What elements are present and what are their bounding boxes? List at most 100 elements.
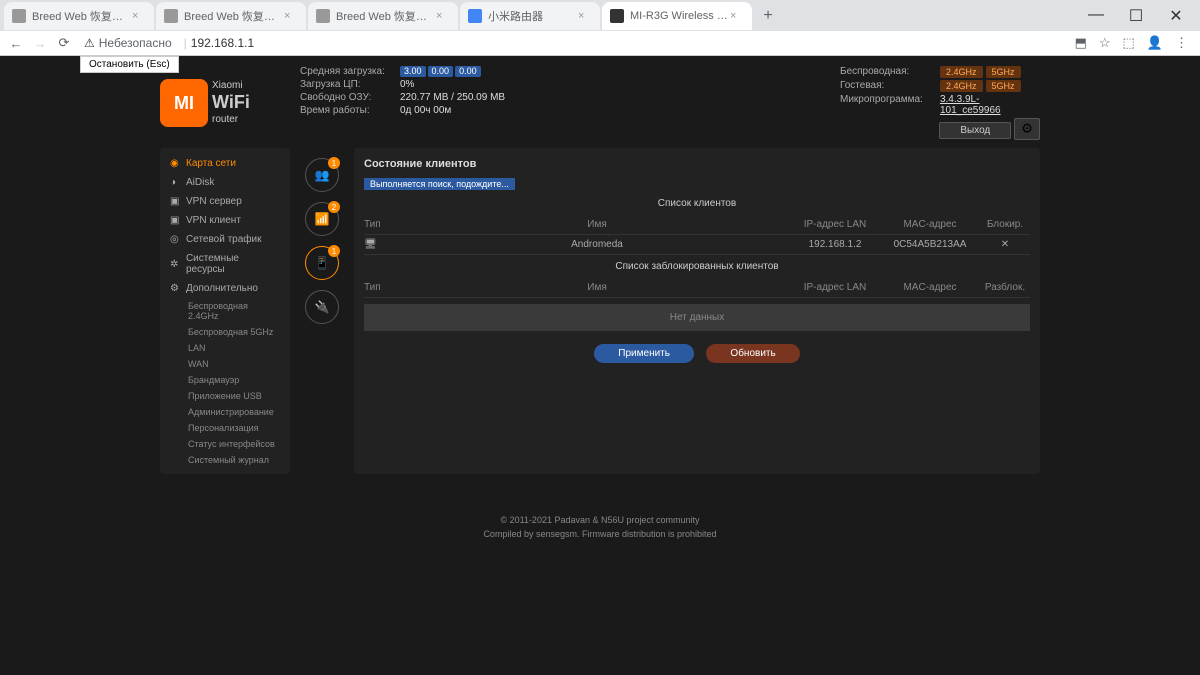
- settings-icon[interactable]: ⚙: [1014, 118, 1040, 140]
- devices-icon[interactable]: 📱1: [305, 246, 339, 280]
- close-button[interactable]: ✕: [1156, 6, 1196, 26]
- close-icon[interactable]: ×: [284, 10, 298, 22]
- blocked-subtitle: Список заблокированных клиентов: [364, 261, 1030, 272]
- col-mac: MAC-адрес: [880, 282, 980, 293]
- tab-xiaomi[interactable]: 小米路由器×: [460, 2, 600, 30]
- tab-title: MI-R3G Wireless Router: [630, 10, 730, 22]
- stat-label: Средняя загрузка:: [300, 66, 400, 77]
- icon-strip: 👥1 📶2 📱1 🔌: [302, 148, 342, 474]
- firmware-link[interactable]: 3.4.3.9L-101_ce59966: [940, 94, 1040, 116]
- searching-msg: Выполняется поиск, подождите...: [364, 178, 515, 190]
- sidebar-item-aidisk[interactable]: ◑AiDisk: [160, 173, 290, 192]
- url-text: 192.168.1.1: [191, 36, 254, 50]
- client-ip: 192.168.1.2: [790, 239, 880, 250]
- block-button[interactable]: ✕: [980, 239, 1030, 250]
- new-tab-button[interactable]: +: [754, 7, 782, 25]
- url-field[interactable]: ⚠ Небезопасно | 192.168.1.1: [76, 36, 1067, 50]
- col-block: Блокир.: [980, 219, 1030, 230]
- extension-icon[interactable]: ⬚: [1123, 35, 1135, 51]
- footer: © 2011-2021 Padavan & N56U project commu…: [160, 514, 1040, 541]
- close-icon[interactable]: ×: [578, 10, 592, 22]
- clients-subtitle: Список клиентов: [364, 198, 1030, 209]
- mi-logo-icon: MI: [160, 79, 208, 127]
- logo-brand: Xiaomi: [212, 80, 250, 92]
- logo: MI Xiaomi WiFi router: [160, 66, 290, 140]
- sub-lan[interactable]: LAN: [160, 340, 290, 356]
- clients-icon[interactable]: 👥1: [305, 158, 339, 192]
- sub-syslog[interactable]: Системный журнал: [160, 452, 290, 468]
- tab-breed-2[interactable]: Breed Web 恢复控制台×: [156, 2, 306, 30]
- stat-label: Загрузка ЦП:: [300, 79, 400, 90]
- maximize-button[interactable]: ☐: [1116, 6, 1156, 26]
- refresh-button[interactable]: Обновить: [706, 344, 799, 363]
- tab-title: Breed Web 恢复控制台: [32, 8, 132, 24]
- client-icon: ▣: [170, 215, 180, 226]
- freq-24-chip[interactable]: 2.4GHz: [940, 66, 983, 78]
- footer-copyright: © 2011-2021 Padavan & N56U project commu…: [160, 514, 1040, 528]
- resources-icon: ✲: [170, 259, 180, 270]
- sub-admin[interactable]: Администрирование: [160, 404, 290, 420]
- page-icon: [316, 9, 330, 23]
- tab-breed-3[interactable]: Breed Web 恢复控制台×: [308, 2, 458, 30]
- guest-24-chip[interactable]: 2.4GHz: [940, 80, 983, 92]
- apply-button[interactable]: Применить: [594, 344, 694, 363]
- client-mac: 0C54A5B213AA: [880, 239, 980, 250]
- profile-icon[interactable]: 👤: [1147, 35, 1163, 51]
- menu-icon[interactable]: ⋮: [1175, 35, 1188, 51]
- minimize-button[interactable]: ―: [1076, 6, 1116, 26]
- sub-personal[interactable]: Персонализация: [160, 420, 290, 436]
- stat-label: Время работы:: [300, 105, 400, 116]
- sub-firewall[interactable]: Брандмауэр: [160, 372, 290, 388]
- close-icon[interactable]: ×: [730, 10, 744, 22]
- sidebar-label: AiDisk: [186, 177, 214, 188]
- sub-usb[interactable]: Приложение USB: [160, 388, 290, 404]
- sub-wireless24[interactable]: Беспроводная 2.4GHz: [160, 298, 290, 324]
- wifi-icon[interactable]: 📶2: [305, 202, 339, 236]
- sidebar-item-traffic[interactable]: ◎ Сетевой трафик: [160, 230, 290, 249]
- close-icon[interactable]: ×: [132, 10, 146, 22]
- stats-right: Беспроводная:2.4GHz5GHz Гостевая:2.4GHz5…: [840, 66, 1040, 140]
- sidebar-item-resources[interactable]: ✲Системные ресурсы: [160, 249, 290, 279]
- logo-wifi: WiFi: [212, 92, 250, 114]
- stat-label: Свободно ОЗУ:: [300, 92, 400, 103]
- page-icon: [610, 9, 624, 23]
- guest-5-chip[interactable]: 5GHz: [986, 80, 1021, 92]
- page-icon: [468, 9, 482, 23]
- reload-button[interactable]: ⟳: [52, 35, 76, 51]
- section-title: Состояние клиентов: [364, 158, 1030, 170]
- sidebar-label: Карта сети: [186, 158, 236, 169]
- sidebar-item-map[interactable]: ◉Карта сети: [160, 154, 290, 173]
- content-panel: Состояние клиентов Выполняется поиск, по…: [354, 148, 1040, 474]
- install-icon[interactable]: ⬒: [1075, 35, 1087, 51]
- tab-router[interactable]: MI-R3G Wireless Router×: [602, 2, 752, 30]
- sidebar: ◉Карта сети ◑AiDisk ▣VPN сервер ▣VPN кли…: [160, 148, 290, 474]
- sidebar-item-vpnclient[interactable]: ▣VPN клиент: [160, 211, 290, 230]
- footer-compiled: Compiled by sensegsm. Firmware distribut…: [160, 528, 1040, 542]
- back-button[interactable]: ←: [4, 36, 28, 51]
- exit-button[interactable]: Выход: [939, 122, 1011, 139]
- gear-icon: ⚙: [170, 283, 180, 294]
- stat-value: 220.77 MB / 250.09 MB: [400, 92, 505, 103]
- sub-wireless5[interactable]: Беспроводная 5GHz: [160, 324, 290, 340]
- close-icon[interactable]: ×: [436, 10, 450, 22]
- stat-value: 0%: [400, 79, 414, 90]
- col-ip: IP-адрес LAN: [790, 219, 880, 230]
- usb-icon[interactable]: 🔌: [305, 290, 339, 324]
- server-icon: ▣: [170, 196, 180, 207]
- browser-tabs: Breed Web 恢复控制台× Breed Web 恢复控制台× Breed …: [0, 0, 1200, 31]
- tab-breed-1[interactable]: Breed Web 恢复控制台×: [4, 2, 154, 30]
- traffic-icon: ◎: [170, 234, 180, 245]
- forward-button[interactable]: →: [28, 36, 52, 51]
- sidebar-label: Сетевой трафик: [186, 234, 262, 245]
- sub-wan[interactable]: WAN: [160, 356, 290, 372]
- sidebar-item-advanced[interactable]: ⚙Дополнительно: [160, 279, 290, 298]
- sub-ifstatus[interactable]: Статус интерфейсов: [160, 436, 290, 452]
- col-mac: MAC-адрес: [880, 219, 980, 230]
- freq-5-chip[interactable]: 5GHz: [986, 66, 1021, 78]
- warning-icon: ⚠: [84, 36, 95, 50]
- badge: 2: [328, 201, 340, 213]
- router-page: MI Xiaomi WiFi router Средняя загрузка: 3…: [0, 56, 1200, 675]
- sidebar-item-vpnserver[interactable]: ▣VPN сервер: [160, 192, 290, 211]
- stop-tooltip: Остановить (Esc): [80, 56, 179, 73]
- bookmark-icon[interactable]: ☆: [1099, 35, 1111, 51]
